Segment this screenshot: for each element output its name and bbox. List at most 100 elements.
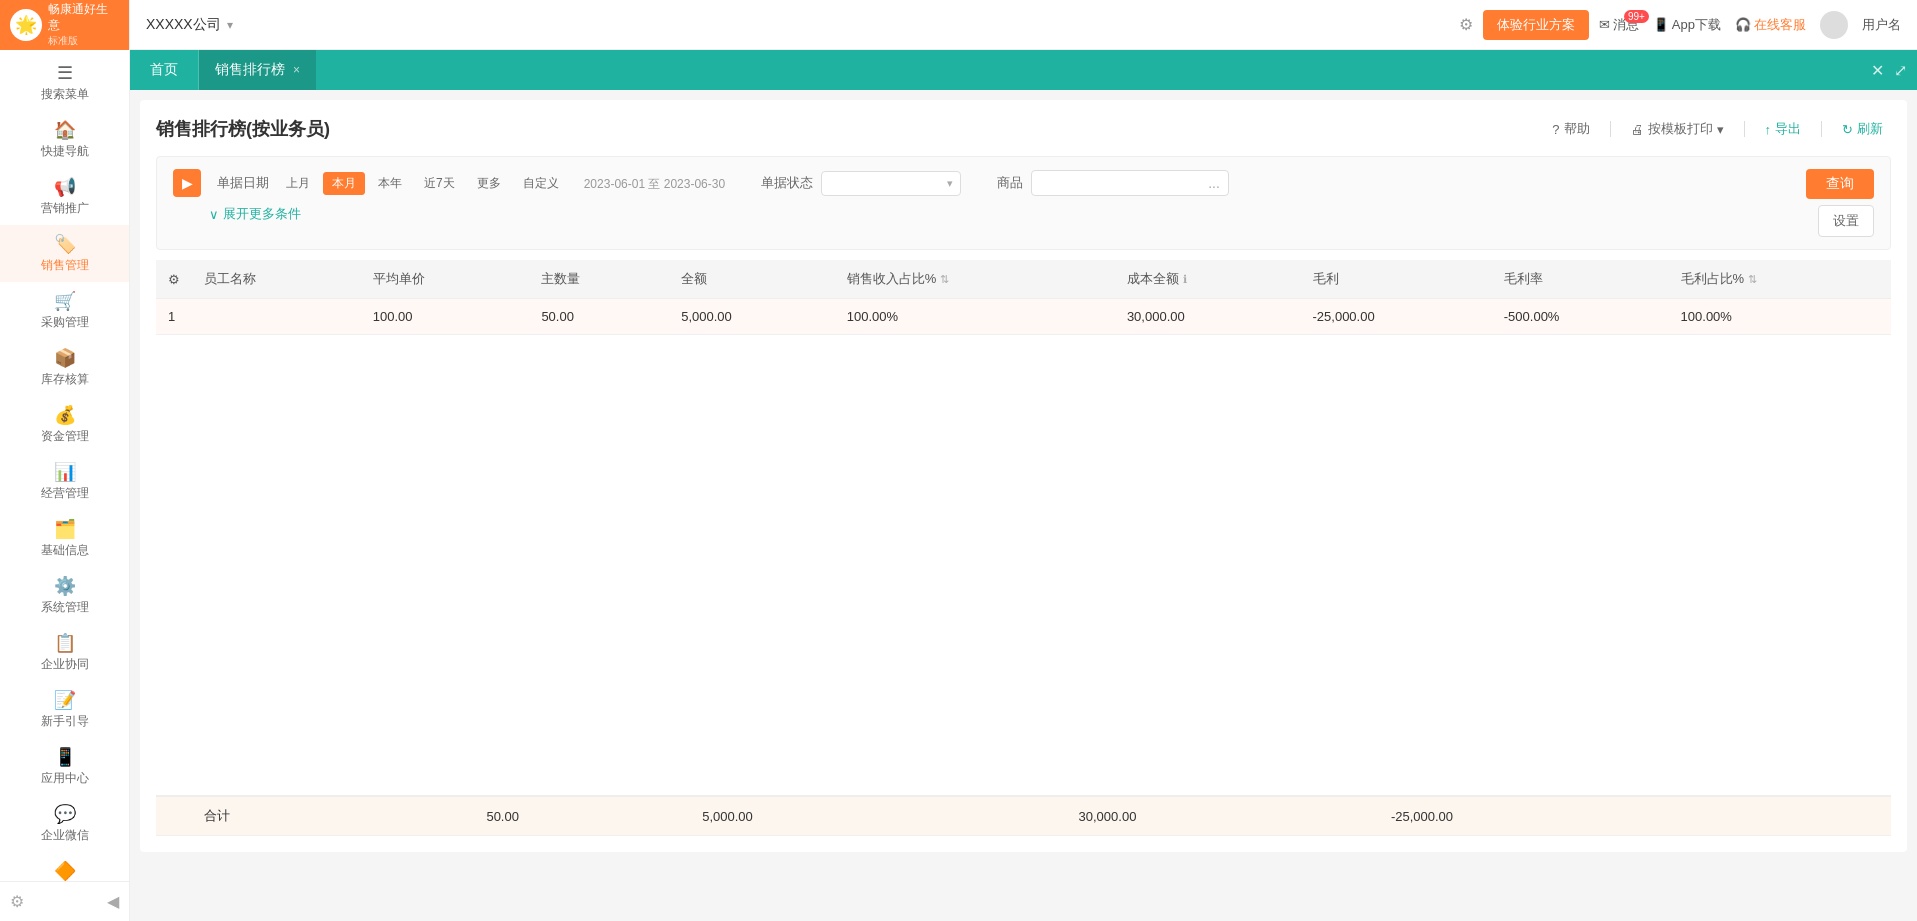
summary-gross-ratio — [1799, 797, 1891, 836]
online-service-button[interactable]: 🎧 在线客服 — [1735, 16, 1806, 34]
content-inner: 销售排行榜(按业务员) ? 帮助 🖨 按模板打印 ▾ ↑ — [140, 100, 1907, 852]
expand-icon: ∨ — [209, 207, 219, 222]
sidebar-item-wechat[interactable]: 💬 企业微信 — [0, 795, 129, 852]
tab-home[interactable]: 首页 — [130, 50, 199, 90]
sidebar-item-operations[interactable]: 📊 经营管理 — [0, 453, 129, 510]
th-gross: 毛利 — [1301, 260, 1492, 299]
date-tab-thismonth[interactable]: 本月 — [323, 172, 365, 195]
sidebar-settings-icon[interactable]: ⚙ — [10, 892, 24, 911]
sidebar: 🌟 畅康通好生意 标准版 ☰ 搜索菜单 🏠 快捷导航 📢 营销推广 🏷️ 销售管… — [0, 0, 130, 921]
goods-input-dots[interactable]: ... — [1208, 175, 1220, 191]
trial-button[interactable]: 体验行业方案 — [1483, 10, 1589, 40]
member-icon: 🔶 — [54, 860, 76, 881]
sidebar-item-appstore[interactable]: 📱 应用中心 — [0, 738, 129, 795]
divider3 — [1821, 121, 1822, 137]
sidebar-item-basic[interactable]: 🗂️ 基础信息 — [0, 510, 129, 567]
sidebar-item-purchase[interactable]: 🛒 采购管理 — [0, 282, 129, 339]
cell-gross-ratio: 100.00% — [1669, 299, 1891, 335]
company-dropdown-icon[interactable]: ▾ — [227, 18, 233, 32]
date-tab-7days[interactable]: 近7天 — [415, 172, 464, 195]
filter-action-buttons: 查询 设置 — [1790, 169, 1874, 237]
sidebar-item-label: 快捷导航 — [41, 143, 89, 160]
help-button[interactable]: ? 帮助 — [1544, 116, 1597, 142]
sidebar-item-label: 企业微信 — [41, 827, 89, 844]
filter-toggle-button[interactable]: ▶ — [173, 169, 201, 197]
sidebar-item-sales[interactable]: 🏷️ 销售管理 — [0, 225, 129, 282]
sidebar-item-search[interactable]: ☰ 搜索菜单 — [0, 54, 129, 111]
page-content: 销售排行榜(按业务员) ? 帮助 🖨 按模板打印 ▾ ↑ — [130, 90, 1917, 921]
cost-info-icon[interactable]: ℹ — [1183, 273, 1187, 285]
sidebar-item-label: 企业协同 — [41, 656, 89, 673]
expand-more-button[interactable]: ∨ 展开更多条件 — [173, 205, 1790, 223]
sidebar-item-label: 资金管理 — [41, 428, 89, 445]
sidebar-item-collab[interactable]: 📋 企业协同 — [0, 624, 129, 681]
date-tab-lastmonth[interactable]: 上月 — [277, 172, 319, 195]
message-button[interactable]: ✉ 消息 99+ — [1599, 16, 1639, 34]
goods-label: 商品 — [997, 174, 1023, 192]
summary-amount: 5,000.00 — [690, 797, 975, 836]
date-tab-custom[interactable]: 自定义 — [514, 172, 568, 195]
export-button[interactable]: ↑ 导出 — [1757, 116, 1810, 142]
summary-table: 合计 50.00 5,000.00 30,000.00 -25,000.00 — [156, 796, 1891, 836]
goods-input-wrapper: ... — [1031, 170, 1229, 196]
message-badge: 99+ — [1624, 10, 1649, 23]
topbar-company: XXXXX公司 ▾ — [146, 16, 1449, 34]
service-icon: 🎧 — [1735, 17, 1751, 32]
sales-icon: 🏷️ — [54, 233, 76, 255]
sidebar-item-label: 新手引导 — [41, 713, 89, 730]
sidebar-item-member[interactable]: 🔶 畅会员 — [0, 852, 129, 881]
sidebar-item-finance[interactable]: 💰 资金管理 — [0, 396, 129, 453]
date-range-wrapper: 2023-06-01 至 2023-06-30 — [584, 174, 725, 193]
topbar-gear-icon[interactable]: ⚙ — [1459, 15, 1473, 34]
print-dropdown-icon: ▾ — [1717, 122, 1724, 137]
filter-controls: ▶ 单据日期 上月 本月 本年 近7天 更多 自定义 — [173, 169, 1790, 223]
tab-close-all-icon[interactable]: ✕ — [1871, 61, 1884, 80]
summary-qty: 50.00 — [474, 797, 690, 836]
tab-close-icon[interactable]: × — [293, 63, 300, 77]
cell-gross: -25,000.00 — [1301, 299, 1492, 335]
sort-icon[interactable]: ⇅ — [940, 273, 949, 285]
main-content: XXXXX公司 ▾ ⚙ 体验行业方案 ✉ 消息 99+ 📱 App下载 🎧 在线… — [130, 0, 1917, 921]
sidebar-item-system[interactable]: ⚙️ 系统管理 — [0, 567, 129, 624]
tabbar: 首页 销售排行榜 × ✕ ⤢ — [130, 50, 1917, 90]
export-icon: ↑ — [1765, 122, 1772, 137]
goods-input[interactable] — [1040, 176, 1208, 191]
refresh-icon: ↻ — [1842, 122, 1853, 137]
sidebar-collapse-icon[interactable]: ◀ — [107, 892, 119, 911]
sidebar-item-label: 库存核算 — [41, 371, 89, 388]
filter-goods-item: 商品 ... — [997, 170, 1229, 196]
sidebar-item-marketing[interactable]: 📢 营销推广 — [0, 168, 129, 225]
sidebar-item-guide[interactable]: 📝 新手引导 — [0, 681, 129, 738]
home-icon: 🏠 — [54, 119, 76, 141]
refresh-button[interactable]: ↻ 刷新 — [1834, 116, 1891, 142]
app-icon: 📱 — [1653, 17, 1669, 32]
sidebar-item-inventory[interactable]: 📦 库存核算 — [0, 339, 129, 396]
tab-sales-rank[interactable]: 销售排行榜 × — [199, 50, 316, 90]
gross-sort-icon[interactable]: ⇅ — [1748, 273, 1757, 285]
summary-sales-ratio — [975, 797, 1067, 836]
query-button[interactable]: 查询 — [1806, 169, 1874, 199]
user-avatar[interactable] — [1820, 11, 1848, 39]
purchase-icon: 🛒 — [54, 290, 76, 312]
sidebar-bottom: ⚙ ◀ — [0, 881, 129, 921]
print-button[interactable]: 🖨 按模板打印 ▾ — [1623, 116, 1732, 142]
finance-icon: 💰 — [54, 404, 76, 426]
status-select[interactable] — [821, 171, 961, 196]
collab-icon: 📋 — [54, 632, 76, 654]
company-name: XXXXX公司 — [146, 16, 221, 34]
sidebar-item-shortcut[interactable]: 🏠 快捷导航 — [0, 111, 129, 168]
date-tabs: 上月 本月 本年 近7天 更多 自定义 — [277, 172, 568, 195]
date-tab-more[interactable]: 更多 — [468, 172, 510, 195]
tab-expand-icon[interactable]: ⤢ — [1894, 61, 1907, 80]
message-icon: ✉ — [1599, 17, 1610, 32]
page-actions: ? 帮助 🖨 按模板打印 ▾ ↑ 导出 — [1544, 116, 1891, 142]
sidebar-item-label: 采购管理 — [41, 314, 89, 331]
date-tab-thisyear[interactable]: 本年 — [369, 172, 411, 195]
table-row: 1 100.00 50.00 5,000.00 100.00% 30,000.0… — [156, 299, 1891, 335]
th-settings[interactable]: ⚙ — [156, 260, 192, 299]
setting-button[interactable]: 设置 — [1818, 205, 1874, 237]
th-cost: 成本全额 ℹ — [1115, 260, 1301, 299]
filter-section: ▶ 单据日期 上月 本月 本年 近7天 更多 自定义 — [156, 156, 1891, 250]
app-download-button[interactable]: 📱 App下载 — [1653, 16, 1721, 34]
cell-name — [192, 299, 361, 335]
